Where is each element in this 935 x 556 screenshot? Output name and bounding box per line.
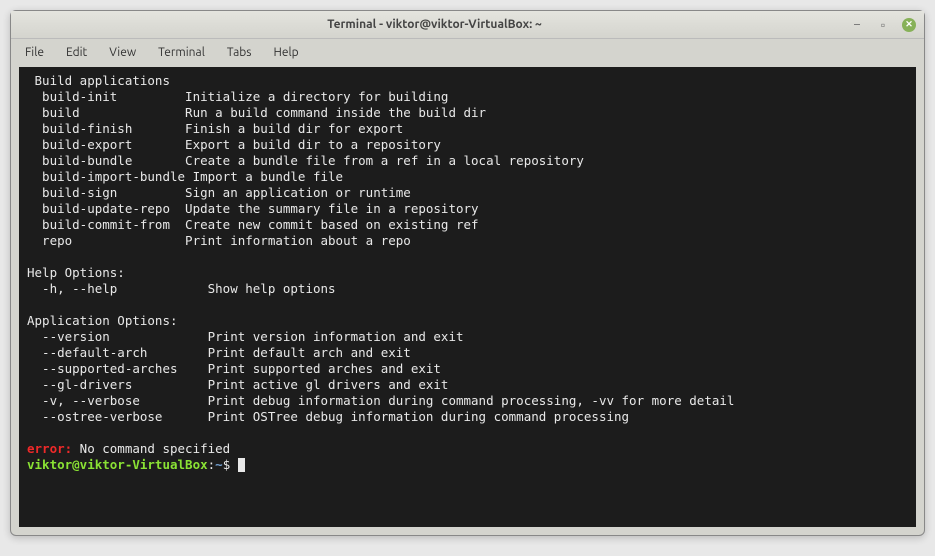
menu-edit[interactable]: Edit (56, 43, 97, 62)
menu-help[interactable]: Help (263, 43, 308, 62)
window-title: Terminal - viktor@viktor-VirtualBox: ~ (19, 18, 850, 31)
help-row: -v, --verbose Print debug information du… (27, 393, 734, 408)
error-label: error: (27, 441, 72, 456)
help-row: build Run a build command inside the bui… (27, 105, 486, 120)
help-row: --supported-arches Print supported arche… (27, 361, 441, 376)
menu-terminal[interactable]: Terminal (148, 43, 215, 62)
help-row: build-update-repo Update the summary fil… (27, 201, 479, 216)
help-row: build-bundle Create a bundle file from a… (27, 153, 584, 168)
prompt-line: viktor@viktor-VirtualBox:~$ (27, 457, 245, 472)
help-row: --ostree-verbose Print OSTree debug info… (27, 409, 629, 424)
help-row: --gl-drivers Print active gl drivers and… (27, 377, 448, 392)
maximize-button[interactable]: ▫ (876, 18, 890, 32)
section-header: Build applications (27, 73, 170, 88)
minimize-button[interactable]: – (850, 18, 864, 32)
section-header: Help Options: (27, 265, 125, 280)
help-row: -h, --help Show help options (27, 281, 336, 296)
close-button[interactable]: ✕ (902, 18, 916, 32)
terminal-window: Terminal - viktor@viktor-VirtualBox: ~ –… (10, 10, 925, 536)
cursor-icon (238, 458, 245, 472)
help-row: build-sign Sign an application or runtim… (27, 185, 411, 200)
menu-file[interactable]: File (15, 43, 54, 62)
menu-view[interactable]: View (99, 43, 146, 62)
help-row: --default-arch Print default arch and ex… (27, 345, 411, 360)
help-row: build-finish Finish a build dir for expo… (27, 121, 403, 136)
help-row: build-import-bundle Import a bundle file (27, 169, 343, 184)
help-row: build-commit-from Create new commit base… (27, 217, 479, 232)
window-controls: – ▫ ✕ (850, 18, 916, 32)
section-header: Application Options: (27, 313, 178, 328)
terminal-output[interactable]: Build applications build-init Initialize… (19, 67, 916, 527)
error-line: error: No command specified (27, 441, 230, 456)
help-row: build-export Export a build dir to a rep… (27, 137, 441, 152)
menu-tabs[interactable]: Tabs (217, 43, 262, 62)
menubar: File Edit View Terminal Tabs Help (11, 39, 924, 65)
help-row: repo Print information about a repo (27, 233, 411, 248)
help-row: build-init Initialize a directory for bu… (27, 89, 448, 104)
titlebar[interactable]: Terminal - viktor@viktor-VirtualBox: ~ –… (11, 11, 924, 39)
help-row: --version Print version information and … (27, 329, 464, 344)
prompt-path: ~ (215, 457, 223, 472)
prompt-user-host: viktor@viktor-VirtualBox (27, 457, 208, 472)
